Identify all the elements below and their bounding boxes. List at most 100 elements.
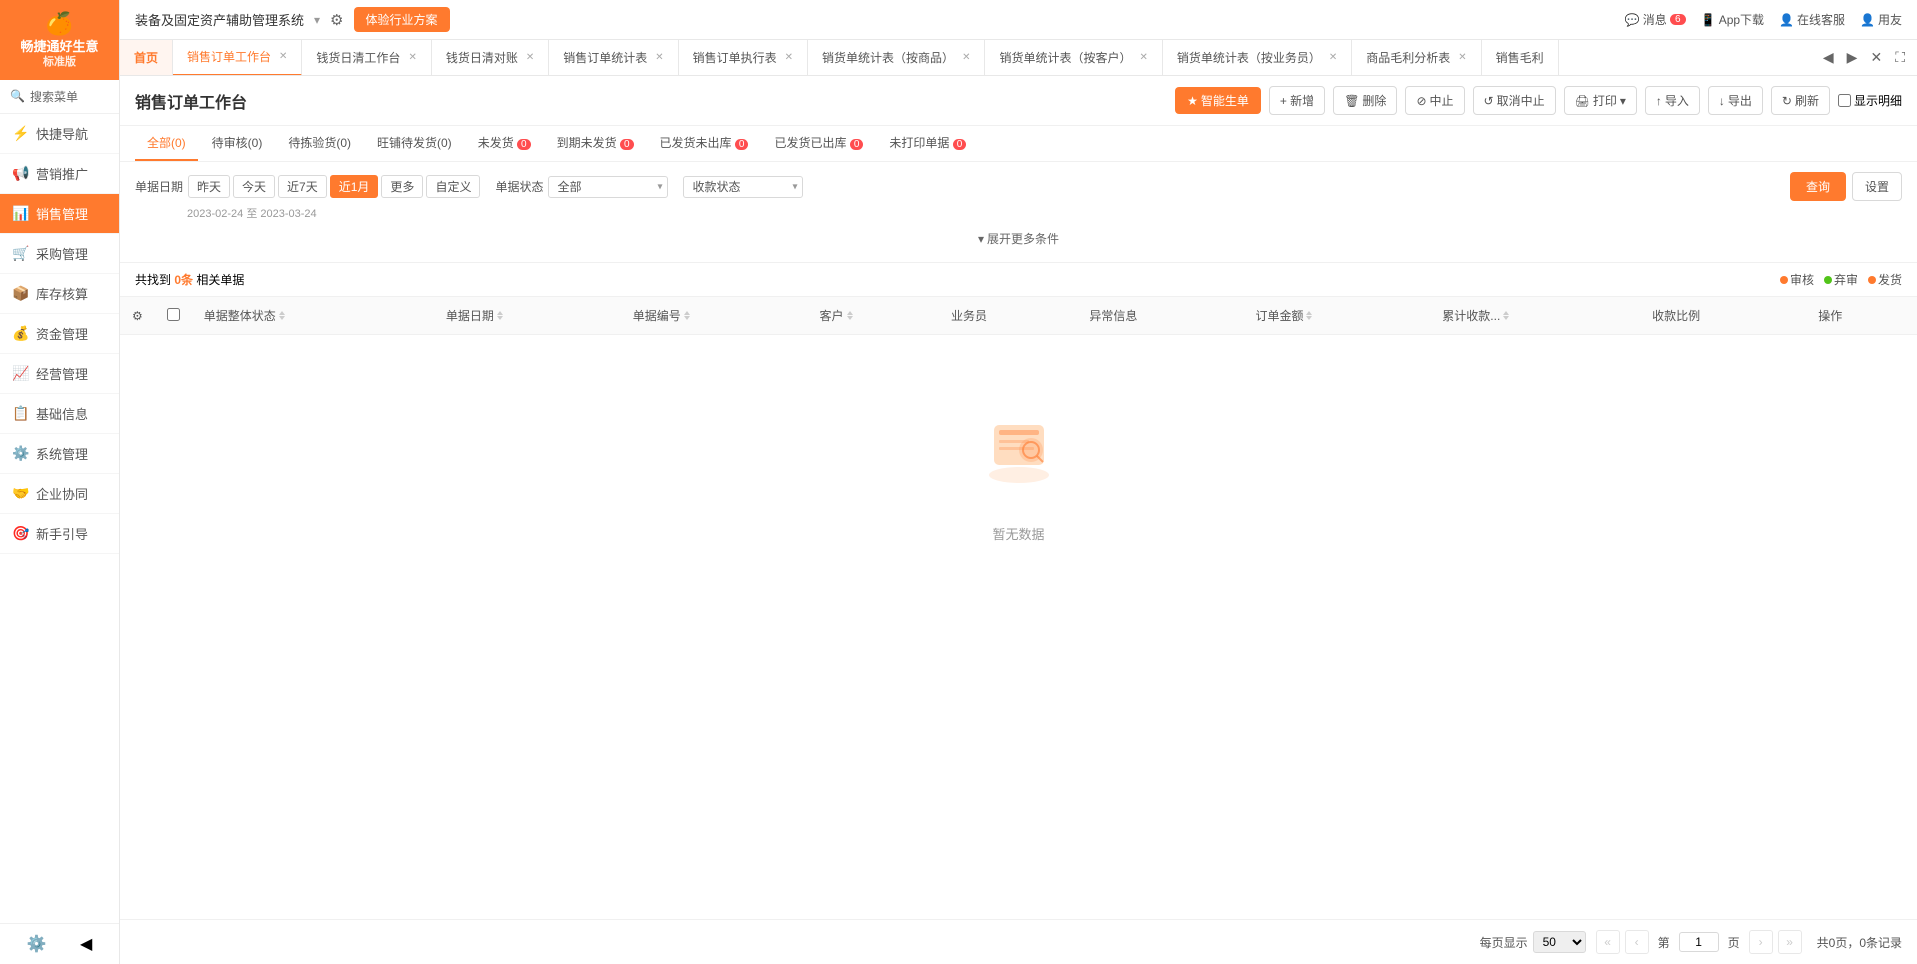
settings-icon[interactable]: ⚙️	[27, 934, 47, 954]
refresh-btn[interactable]: ↻ 刷新	[1771, 86, 1830, 115]
config-icon[interactable]: ⚙	[132, 309, 143, 323]
th-cumulative[interactable]: 累计收款...	[1430, 297, 1640, 335]
sidebar-item-inventory[interactable]: 📦 库存核算	[0, 274, 119, 314]
show-detail-toggle[interactable]: 显示明细	[1838, 92, 1902, 109]
tab-daily-clear[interactable]: 钱货日清工作台 ✕	[302, 40, 431, 76]
tab-prev-btn[interactable]: ◀	[1819, 47, 1838, 68]
sort-number[interactable]: 单据编号	[633, 307, 796, 324]
show-detail-checkbox[interactable]	[1838, 94, 1851, 107]
sidebar-item-finance[interactable]: 💰 资金管理	[0, 314, 119, 354]
subtab-overdue-ship[interactable]: 到期未发货 0	[545, 126, 646, 161]
sidebar-item-system[interactable]: ⚙️ 系统管理	[0, 434, 119, 474]
subtab-shipped-not-out[interactable]: 已发货未出库 0	[648, 126, 761, 161]
subtab-all[interactable]: 全部(0)	[135, 126, 198, 161]
sidebar-purchase-label: 采购管理	[36, 244, 88, 263]
subtab-shipped-out[interactable]: 已发货已出库 0	[762, 126, 875, 161]
subtab-not-shipped[interactable]: 未发货 0	[466, 126, 543, 161]
tab-sales-stats-product[interactable]: 销货单统计表（按商品） ✕	[808, 40, 985, 76]
tab-close-sales-workbench[interactable]: ✕	[279, 51, 287, 62]
next-page-btn[interactable]: ›	[1749, 930, 1773, 954]
sort-status[interactable]: 单据整体状态	[204, 307, 422, 324]
expand-more-btn[interactable]: ▾ 展开更多条件	[135, 225, 1902, 252]
send-btn[interactable]: 发货	[1868, 271, 1902, 288]
sidebar-item-basic[interactable]: 📋 基础信息	[0, 394, 119, 434]
tab-close-profit[interactable]: ✕	[1458, 52, 1466, 63]
sidebar-item-marketing[interactable]: 📢 营销推广	[0, 154, 119, 194]
cancel-stop-btn[interactable]: ↺ 取消中止	[1473, 86, 1556, 115]
query-btn[interactable]: 查询	[1790, 172, 1846, 201]
date-7days[interactable]: 近7天	[278, 175, 327, 198]
online-service-btn[interactable]: 👤 在线客服	[1779, 11, 1845, 28]
per-page-select[interactable]: 50 10 20 100	[1533, 931, 1586, 953]
approve-btn[interactable]: 审核	[1780, 271, 1814, 288]
set-btn[interactable]: 设置	[1852, 172, 1902, 201]
user-btn[interactable]: 👤 用友	[1860, 11, 1902, 28]
smart-btn[interactable]: ★ 智能生单	[1175, 87, 1261, 114]
tab-close-all-btn[interactable]: ✕	[1866, 47, 1886, 68]
import-btn[interactable]: ↑ 导入	[1645, 86, 1700, 115]
sidebar-item-sales[interactable]: 📊 销售管理	[0, 194, 119, 234]
sidebar-item-quick-nav[interactable]: ⚡ 快捷导航	[0, 114, 119, 154]
th-customer[interactable]: 客户	[808, 297, 939, 335]
date-custom[interactable]: 自定义	[426, 175, 480, 198]
subtab-pending-review[interactable]: 待审核(0)	[200, 126, 275, 161]
last-page-btn[interactable]: »	[1778, 930, 1802, 954]
tab-order-exec[interactable]: 销售订单执行表 ✕	[679, 40, 808, 76]
tab-close-order-stats[interactable]: ✕	[655, 52, 663, 63]
tab-maximize-btn[interactable]: ⛶	[1891, 47, 1909, 68]
date-yesterday[interactable]: 昨天	[188, 175, 230, 198]
th-date[interactable]: 单据日期	[434, 297, 621, 335]
status-select[interactable]: 全部	[548, 176, 668, 198]
tab-sales-stats-staff[interactable]: 销货单统计表（按业务员） ✕	[1163, 40, 1352, 76]
tab-close-stats-staff[interactable]: ✕	[1329, 52, 1337, 63]
payment-select[interactable]: 收款状态	[683, 176, 803, 198]
app-download-btn[interactable]: 📱 App下载	[1701, 11, 1764, 28]
sidebar-item-enterprise[interactable]: 🤝 企业协同	[0, 474, 119, 514]
tab-close-order-exec[interactable]: ✕	[785, 52, 793, 63]
sidebar-item-guide[interactable]: 🎯 新手引导	[0, 514, 119, 554]
th-status[interactable]: 单据整体状态	[192, 297, 434, 335]
tab-sales-stats-customer[interactable]: 销货单统计表（按客户） ✕	[985, 40, 1162, 76]
message-btn[interactable]: 💬 消息 6	[1625, 11, 1686, 28]
solution-btn[interactable]: 体验行业方案	[354, 7, 450, 32]
tab-gross-profit[interactable]: 销售毛利	[1482, 40, 1559, 76]
tab-home[interactable]: 首页	[120, 40, 173, 76]
unapprove-btn[interactable]: 弃审	[1824, 271, 1858, 288]
page-input[interactable]	[1679, 932, 1719, 952]
sort-customer[interactable]: 客户	[820, 307, 927, 324]
print-btn[interactable]: 🖨 打印 ▾	[1564, 86, 1637, 115]
tab-next-btn[interactable]: ▶	[1843, 47, 1862, 68]
subtab-not-printed[interactable]: 未打印单据 0	[877, 126, 978, 161]
select-all-checkbox[interactable]	[167, 308, 180, 321]
tab-close-daily-clear[interactable]: ✕	[408, 52, 416, 63]
tab-reconcile[interactable]: 钱货日清对账 ✕	[432, 40, 549, 76]
tab-profit-analysis[interactable]: 商品毛利分析表 ✕	[1352, 40, 1481, 76]
sort-cumulative[interactable]: 累计收款...	[1442, 307, 1628, 324]
subtab-wangpu-ship[interactable]: 旺铺待发货(0)	[365, 126, 464, 161]
date-1month[interactable]: 近1月	[330, 175, 379, 198]
stop-btn[interactable]: ⊘ 中止	[1405, 86, 1464, 115]
dropdown-icon[interactable]: ▾	[314, 13, 320, 27]
export-btn[interactable]: ↓ 导出	[1708, 86, 1763, 115]
tab-sales-workbench[interactable]: 销售订单工作台 ✕	[173, 40, 302, 76]
settings-btn[interactable]: ⚙	[330, 11, 343, 29]
sidebar-item-purchase[interactable]: 🛒 采购管理	[0, 234, 119, 274]
date-more[interactable]: 更多	[381, 175, 423, 198]
tab-order-stats[interactable]: 销售订单统计表 ✕	[549, 40, 678, 76]
sidebar-item-search[interactable]: 🔍 搜索菜单	[0, 80, 119, 114]
sort-date[interactable]: 单据日期	[446, 307, 609, 324]
tab-close-reconcile[interactable]: ✕	[526, 52, 534, 63]
tab-close-stats-customer[interactable]: ✕	[1139, 52, 1147, 63]
th-number[interactable]: 单据编号	[621, 297, 808, 335]
prev-page-btn[interactable]: ‹	[1625, 930, 1649, 954]
tab-close-stats-product[interactable]: ✕	[962, 52, 970, 63]
sort-amount[interactable]: 订单金额	[1255, 307, 1418, 324]
subtab-pending-pick[interactable]: 待拣验货(0)	[276, 126, 363, 161]
th-amount[interactable]: 订单金额	[1243, 297, 1430, 335]
date-today[interactable]: 今天	[233, 175, 275, 198]
delete-btn[interactable]: 🗑 删除	[1333, 86, 1397, 115]
add-btn[interactable]: + 新增	[1269, 86, 1325, 115]
collapse-icon[interactable]: ◀	[80, 934, 92, 954]
first-page-btn[interactable]: «	[1596, 930, 1620, 954]
sidebar-item-operation[interactable]: 📈 经营管理	[0, 354, 119, 394]
